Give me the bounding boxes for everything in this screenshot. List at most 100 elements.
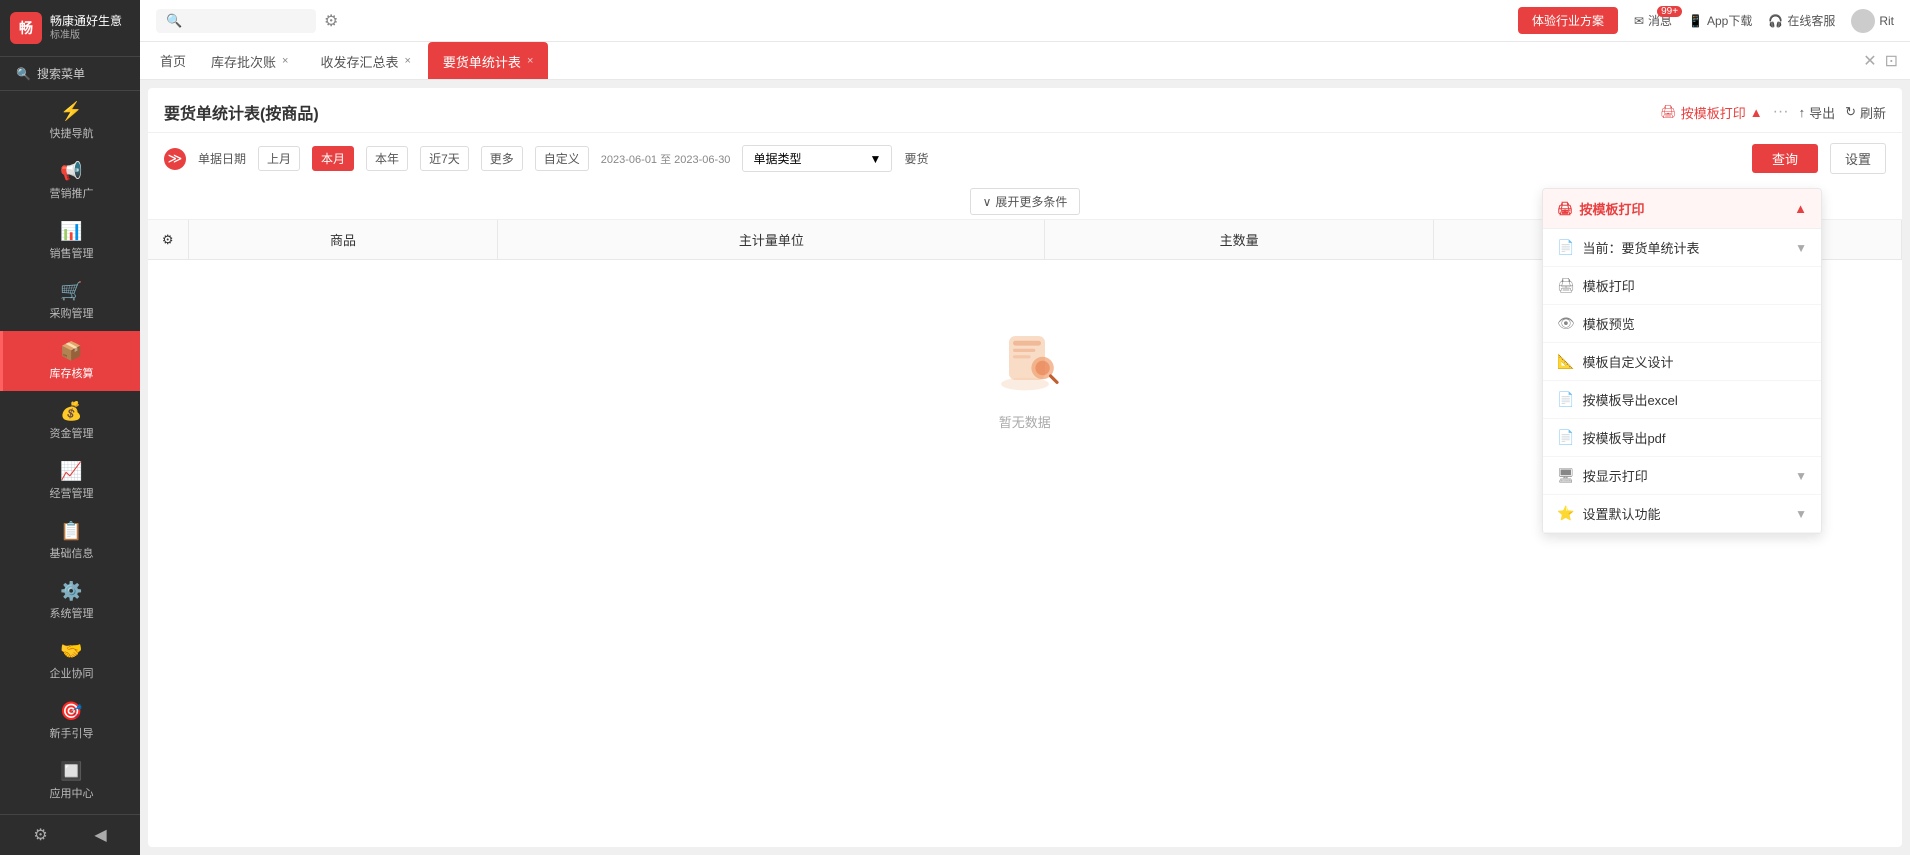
filter-bar: ≫ 单据日期 上月 本月 本年 近7天 更多 自定义 2023-06-01 至 … bbox=[148, 133, 1902, 184]
sidebar-item-system[interactable]: ⚙️ 系统管理 bbox=[0, 571, 140, 631]
sidebar-logo: 畅 畅康通好生意 标准版 bbox=[0, 0, 140, 57]
settings-button[interactable]: 设置 bbox=[1830, 143, 1886, 174]
excel-icon: 📄 bbox=[1557, 391, 1574, 408]
logo-title: 畅康通好生意 bbox=[50, 14, 122, 30]
export-button[interactable]: ↑ 导出 bbox=[1799, 103, 1836, 122]
tab-close-all-icon[interactable]: ✕ bbox=[1863, 51, 1876, 71]
current-template-label: 当前：要货单统计表 bbox=[1582, 238, 1699, 257]
gear-icon[interactable]: ⚙ bbox=[324, 11, 338, 31]
system-icon: ⚙️ bbox=[60, 581, 82, 602]
toggle-icon[interactable]: ◀ bbox=[94, 825, 106, 845]
current-month-btn[interactable]: 本月 bbox=[312, 146, 354, 171]
sidebar-item-collab[interactable]: 🤝 企业协同 bbox=[0, 631, 140, 691]
display-icon: 🖥 bbox=[1557, 467, 1575, 484]
dropdown-template-preview[interactable]: 👁 模板预览 bbox=[1543, 305, 1821, 343]
refresh-button[interactable]: ↻ 刷新 bbox=[1845, 103, 1886, 122]
bill-type-select[interactable]: 单据类型 ▼ bbox=[742, 145, 892, 172]
dropdown-template-export-pdf[interactable]: 📄 按模板导出pdf bbox=[1543, 419, 1821, 457]
sidebar-nav: ⚡ 快捷导航 📢 营销推广 📊 销售管理 🛒 采购管理 📦 库存核算 💰 资金管… bbox=[0, 91, 140, 814]
finance-icon: 💰 bbox=[60, 401, 82, 422]
user-avatar-area[interactable]: Rit bbox=[1851, 9, 1894, 33]
filter-expand-button[interactable]: ≫ bbox=[164, 148, 186, 170]
last-7-days-btn[interactable]: 近7天 bbox=[420, 146, 469, 171]
printer-icon: 🖨 bbox=[1557, 201, 1574, 217]
top-search-box[interactable]: 🔍 bbox=[156, 9, 316, 33]
query-button[interactable]: 查询 bbox=[1752, 144, 1818, 173]
col-quantity: 主数量 bbox=[1045, 220, 1434, 260]
star-icon: ⭐ bbox=[1557, 505, 1574, 522]
sidebar-item-newbie[interactable]: 🎯 新手引导 bbox=[0, 691, 140, 751]
prev-month-btn[interactable]: 上月 bbox=[258, 146, 300, 171]
tab-label: 库存批次账 bbox=[211, 52, 276, 71]
settings-bottom-icon[interactable]: ⚙ bbox=[33, 825, 47, 845]
dropdown-display-print[interactable]: 🖥 按显示打印 ▼ bbox=[1543, 457, 1821, 495]
dropdown-set-default[interactable]: ⭐ 设置默认功能 ▼ bbox=[1543, 495, 1821, 533]
dropdown-item-label: 模板预览 bbox=[1583, 314, 1635, 333]
chevron-up-icon[interactable]: ▲ bbox=[1794, 201, 1807, 216]
dropdown-template-custom[interactable]: 📐 模板自定义设计 bbox=[1543, 343, 1821, 381]
sidebar-item-marketing[interactable]: 📢 营销推广 bbox=[0, 151, 140, 211]
more-date-btn[interactable]: 更多 bbox=[481, 146, 523, 171]
sidebar-item-wechat[interactable]: 💬 企业微信 bbox=[0, 811, 140, 814]
sidebar-item-label: 经营管理 bbox=[50, 485, 94, 501]
sales-icon: 📊 bbox=[60, 221, 82, 242]
online-service-button[interactable]: 🎧 在线客服 bbox=[1768, 12, 1835, 29]
message-icon: ✉ bbox=[1634, 14, 1644, 28]
dropdown-template-export-excel[interactable]: 📄 按模板导出excel bbox=[1543, 381, 1821, 419]
sidebar-item-inventory[interactable]: 📦 库存核算 bbox=[0, 331, 140, 391]
messages-badge: 99+ bbox=[1657, 6, 1682, 17]
template-print-button[interactable]: 🖨 按模板打印 ▲ bbox=[1660, 103, 1762, 122]
sidebar-item-label: 资金管理 bbox=[50, 425, 94, 441]
top-search-input[interactable] bbox=[182, 14, 302, 28]
logo-icon: 畅 bbox=[10, 12, 42, 44]
dropdown-template-print[interactable]: 🖨 模板打印 bbox=[1543, 267, 1821, 305]
template-print-label: 按模板打印 bbox=[1681, 103, 1746, 122]
dropdown-header: 🖨 按模板打印 ▲ bbox=[1543, 189, 1821, 229]
chevron-right-icon: ▼ bbox=[1795, 469, 1807, 483]
col-settings[interactable]: ⚙ bbox=[148, 220, 188, 260]
dropdown-current-template[interactable]: 📄 当前：要货单统计表 ▼ bbox=[1543, 229, 1821, 267]
tab-order-stats[interactable]: 要货单统计表 × bbox=[428, 42, 548, 79]
sidebar-item-label: 基础信息 bbox=[50, 545, 94, 561]
purchase-icon: 🛒 bbox=[60, 281, 82, 302]
industry-solution-button[interactable]: 体验行业方案 bbox=[1518, 7, 1618, 34]
dropdown-item-label: 模板自定义设计 bbox=[1582, 352, 1673, 371]
tab-expand-icon[interactable]: ⊡ bbox=[1885, 51, 1898, 71]
tab-close-icon[interactable]: × bbox=[282, 55, 288, 67]
sidebar-item-label: 快捷导航 bbox=[50, 125, 94, 141]
tab-inventory-batch[interactable]: 库存批次账 × bbox=[196, 42, 303, 79]
sidebar-item-quick-nav[interactable]: ⚡ 快捷导航 bbox=[0, 91, 140, 151]
username-label: Rit bbox=[1879, 14, 1894, 28]
chevron-up-icon: ▲ bbox=[1750, 105, 1763, 120]
custom-date-btn[interactable]: 自定义 bbox=[535, 146, 589, 171]
dropdown-item-label: 按模板导出pdf bbox=[1582, 428, 1665, 447]
search-icon: 🔍 bbox=[16, 67, 31, 81]
tab-bar: 首页 库存批次账 × 收发存汇总表 × 要货单统计表 × ✕ ⊡ bbox=[140, 42, 1910, 80]
preview-icon: 👁 bbox=[1557, 315, 1575, 332]
page-title-bar: 要货单统计表(按商品) 🖨 按模板打印 ▲ ··· ↑ 导出 ↻ 刷新 bbox=[148, 88, 1902, 133]
date-range-label: 2023-06-01 至 2023-06-30 bbox=[601, 151, 731, 167]
search-menu-item[interactable]: 🔍 搜索菜单 bbox=[0, 57, 140, 91]
service-icon: 🎧 bbox=[1768, 14, 1783, 28]
sidebar-item-label: 库存核算 bbox=[50, 365, 94, 381]
logo-sub: 标准版 bbox=[50, 29, 122, 42]
quick-nav-icon: ⚡ bbox=[60, 101, 82, 122]
app-download-button[interactable]: 📱 App下载 bbox=[1688, 12, 1752, 29]
tab-close-icon[interactable]: × bbox=[527, 55, 533, 67]
sidebar-item-operations[interactable]: 📈 经营管理 bbox=[0, 451, 140, 511]
more-icon[interactable]: ··· bbox=[1773, 103, 1789, 121]
app-download-label: App下载 bbox=[1707, 12, 1752, 29]
messages-button[interactable]: ✉ 消息 99+ bbox=[1634, 12, 1672, 29]
expand-more-button[interactable]: ∨ 展开更多条件 bbox=[970, 188, 1081, 215]
sidebar-item-basic[interactable]: 📋 基础信息 bbox=[0, 511, 140, 571]
tab-close-icon[interactable]: × bbox=[404, 55, 410, 67]
export-icon: ↑ bbox=[1799, 105, 1806, 120]
tab-receipts-summary[interactable]: 收发存汇总表 × bbox=[305, 42, 425, 79]
tab-home[interactable]: 首页 bbox=[152, 51, 194, 70]
printer-small-icon: 🖨 bbox=[1557, 277, 1575, 294]
sidebar-item-finance[interactable]: 💰 资金管理 bbox=[0, 391, 140, 451]
sidebar-item-purchase[interactable]: 🛒 采购管理 bbox=[0, 271, 140, 331]
sidebar-item-app-center[interactable]: 🔲 应用中心 bbox=[0, 751, 140, 811]
sidebar-item-sales[interactable]: 📊 销售管理 bbox=[0, 211, 140, 271]
current-year-btn[interactable]: 本年 bbox=[366, 146, 408, 171]
